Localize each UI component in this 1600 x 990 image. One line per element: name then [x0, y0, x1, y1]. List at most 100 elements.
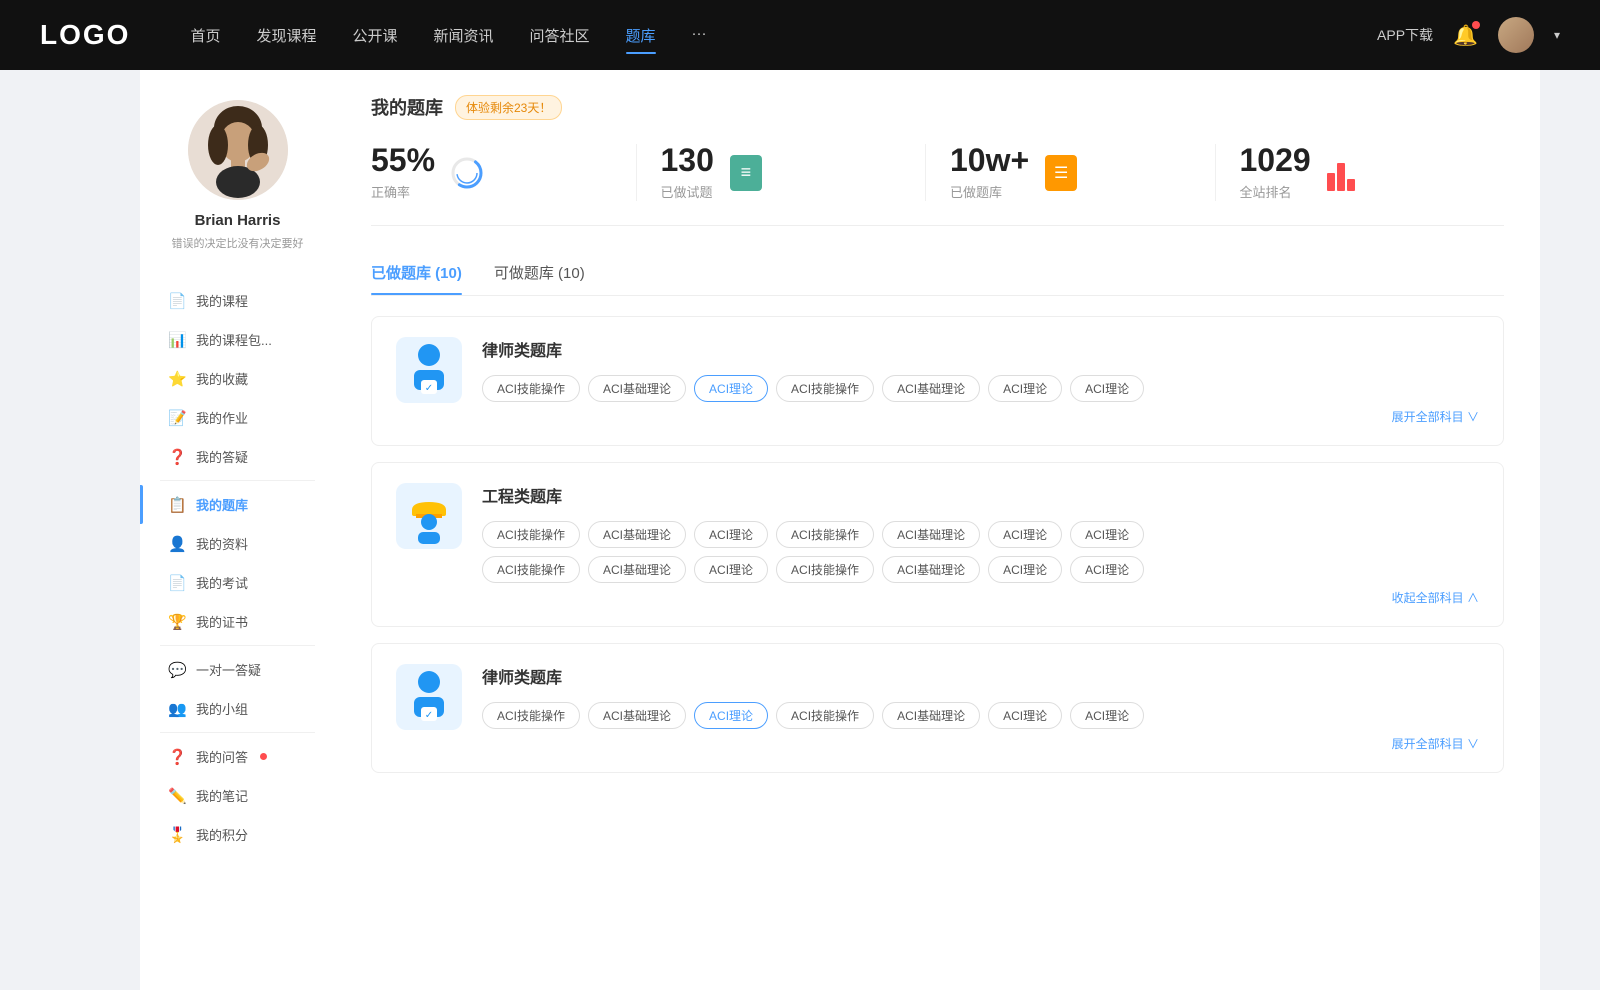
stat-icon	[449, 155, 485, 191]
qbank-tag[interactable]: ACI基础理论	[882, 521, 980, 548]
app-download-button[interactable]: APP下载	[1377, 25, 1433, 45]
sidebar-item-我的课程包...[interactable]: 📊我的课程包...	[140, 320, 335, 359]
avatar[interactable]	[1498, 17, 1534, 53]
qbank-tag[interactable]: ACI基础理论	[588, 375, 686, 402]
qbank-tags-row1: ACI技能操作 ACI基础理论 ACI理论 ACI技能操作 ACI基础理论 ACI理论 AC…	[482, 702, 1479, 729]
svg-text:✓: ✓	[425, 710, 433, 721]
stat-item-已做题库: 10w+ 已做题库 ☰	[950, 144, 1216, 201]
sidebar-item-我的课程[interactable]: 📄我的课程	[140, 281, 335, 320]
qbank-tag[interactable]: ACI技能操作	[776, 556, 874, 583]
sidebar-item-我的考试[interactable]: 📄我的考试	[140, 563, 335, 602]
qbank-tag[interactable]: ACI基础理论	[882, 702, 980, 729]
qbank-tag[interactable]: ACI基础理论	[882, 556, 980, 583]
menu-label: 我的积分	[196, 825, 248, 844]
menu-label: 我的小组	[196, 699, 248, 718]
lawyer-icon: ✓	[404, 342, 454, 398]
qbank-tag[interactable]: ACI理论	[1070, 375, 1144, 402]
menu-icon: 📝	[168, 409, 186, 427]
qbank-tag[interactable]: ACI理论	[694, 375, 768, 402]
menu-label: 我的作业	[196, 408, 248, 427]
qbank-tag[interactable]: ACI基础理论	[588, 556, 686, 583]
profile-avatar[interactable]	[188, 100, 288, 200]
profile-motto: 错误的决定比没有决定要好	[172, 235, 304, 251]
sidebar-item-我的资料[interactable]: 👤我的资料	[140, 524, 335, 563]
nav-item-新闻资讯[interactable]: 新闻资讯	[434, 21, 494, 50]
sidebar-item-我的问答[interactable]: ❓我的问答	[140, 737, 335, 776]
nav-item-问答社区[interactable]: 问答社区	[530, 21, 590, 50]
menu-icon: 📄	[168, 292, 186, 310]
qbank-tags-row1: ACI技能操作 ACI基础理论 ACI理论 ACI技能操作 ACI基础理论 ACI理论 AC…	[482, 375, 1479, 402]
collapse-button[interactable]: 收起全部科目 ∧	[482, 589, 1479, 606]
nav-item-发现课程[interactable]: 发现课程	[256, 21, 316, 50]
qbank-tag[interactable]: ACI技能操作	[776, 375, 874, 402]
sidebar-divider	[160, 480, 315, 481]
menu-label: 我的答疑	[196, 447, 248, 466]
sidebar-item-我的笔记[interactable]: ✏️ 我的笔记	[140, 776, 335, 815]
menu-icon: ✏️	[168, 787, 186, 805]
tab-已做题库 (10)[interactable]: 已做题库 (10)	[371, 254, 462, 295]
sidebar-item-我的证书[interactable]: 🏆我的证书	[140, 602, 335, 641]
nav-right: APP下载 🔔 ▾	[1377, 17, 1560, 53]
menu-icon: ⭐	[168, 370, 186, 388]
sidebar-item-我的积分[interactable]: 🎖️我的积分	[140, 815, 335, 854]
menu-label: 我的证书	[196, 612, 248, 631]
nav-item-首页[interactable]: 首页	[190, 21, 220, 50]
avatar-image	[1498, 17, 1534, 53]
expand-button[interactable]: 展开全部科目 ∨	[482, 735, 1479, 752]
qbank-tag[interactable]: ACI理论	[988, 375, 1062, 402]
qbank-tag[interactable]: ACI理论	[988, 521, 1062, 548]
qbank-tag[interactable]: ACI理论	[988, 702, 1062, 729]
menu-icon: 💬	[168, 661, 186, 679]
expand-button[interactable]: 展开全部科目 ∨	[482, 408, 1479, 425]
qbank-tag[interactable]: ACI基础理论	[882, 375, 980, 402]
qbank-tag[interactable]: ACI理论	[988, 556, 1062, 583]
qbank-tag[interactable]: ACI理论	[694, 521, 768, 548]
qbank-tag[interactable]: ACI理论	[694, 702, 768, 729]
qbank-tag[interactable]: ACI理论	[1070, 702, 1144, 729]
qbank-card-0: ✓ 律师类题库ACI技能操作ACI基础理论ACI理论ACI技能操作ACI基础理论…	[371, 316, 1504, 446]
qbank-content: 律师类题库ACI技能操作ACI基础理论ACI理论ACI技能操作ACI基础理论AC…	[482, 337, 1479, 425]
nav-item-···[interactable]: ···	[692, 21, 707, 50]
notification-bell[interactable]: 🔔	[1453, 23, 1478, 48]
qbank-icon-wrap: ✓	[396, 337, 462, 403]
qbank-tag[interactable]: ACI技能操作	[776, 702, 874, 729]
sidebar-item-一对一答疑[interactable]: 💬 一对一答疑	[140, 650, 335, 689]
qbank-cards: ✓ 律师类题库ACI技能操作ACI基础理论ACI理论ACI技能操作ACI基础理论…	[371, 316, 1504, 773]
qbank-tag[interactable]: ACI技能操作	[482, 521, 580, 548]
stat-value: 1029	[1240, 144, 1311, 176]
qbank-tag[interactable]: ACI技能操作	[482, 702, 580, 729]
qbank-tag[interactable]: ACI基础理论	[588, 521, 686, 548]
stat-text-block: 55% 正确率	[371, 144, 435, 201]
qbank-title: 工程类题库	[482, 483, 1479, 507]
sidebar-divider	[160, 645, 315, 646]
qbank-tag[interactable]: ACI技能操作	[482, 375, 580, 402]
svg-text:✓: ✓	[425, 383, 433, 394]
menu-label: 我的笔记	[196, 786, 248, 805]
qbank-tag[interactable]: ACI理论	[1070, 556, 1144, 583]
menu-label: 我的资料	[196, 534, 248, 553]
sidebar-item-我的题库[interactable]: 📋 我的题库	[140, 485, 335, 524]
stat-text-block: 10w+ 已做题库	[950, 144, 1029, 201]
qbank-tag[interactable]: ACI基础理论	[588, 702, 686, 729]
sidebar-item-我的作业[interactable]: 📝 我的作业	[140, 398, 335, 437]
qbank-tag[interactable]: ACI技能操作	[482, 556, 580, 583]
sidebar-item-我的答疑[interactable]: ❓我的答疑	[140, 437, 335, 476]
menu-label: 一对一答疑	[196, 660, 261, 679]
sidebar-item-我的收藏[interactable]: ⭐我的收藏	[140, 359, 335, 398]
qbank-tags-row1: ACI技能操作 ACI基础理论 ACI理论 ACI技能操作 ACI基础理论 ACI理论 AC…	[482, 521, 1479, 548]
menu-label: 我的题库	[196, 495, 248, 514]
nav-item-题库[interactable]: 题库	[626, 21, 656, 50]
engineer-icon	[404, 488, 454, 544]
stat-value: 10w+	[950, 144, 1029, 176]
qbank-tag[interactable]: ACI技能操作	[776, 521, 874, 548]
tab-可做题库 (10)[interactable]: 可做题库 (10)	[494, 254, 585, 295]
qbank-tag[interactable]: ACI理论	[694, 556, 768, 583]
menu-icon: 📋	[168, 496, 186, 514]
trial-badge: 体验剩余23天！	[455, 95, 562, 120]
chevron-down-icon[interactable]: ▾	[1554, 28, 1560, 42]
qbank-tag[interactable]: ACI理论	[1070, 521, 1144, 548]
sidebar-item-我的小组[interactable]: 👥我的小组	[140, 689, 335, 728]
nav-item-公开课[interactable]: 公开课	[352, 21, 397, 50]
sidebar: Brian Harris 错误的决定比没有决定要好 📄我的课程📊我的课程包...…	[140, 70, 335, 990]
menu-label: 我的问答	[196, 747, 248, 766]
